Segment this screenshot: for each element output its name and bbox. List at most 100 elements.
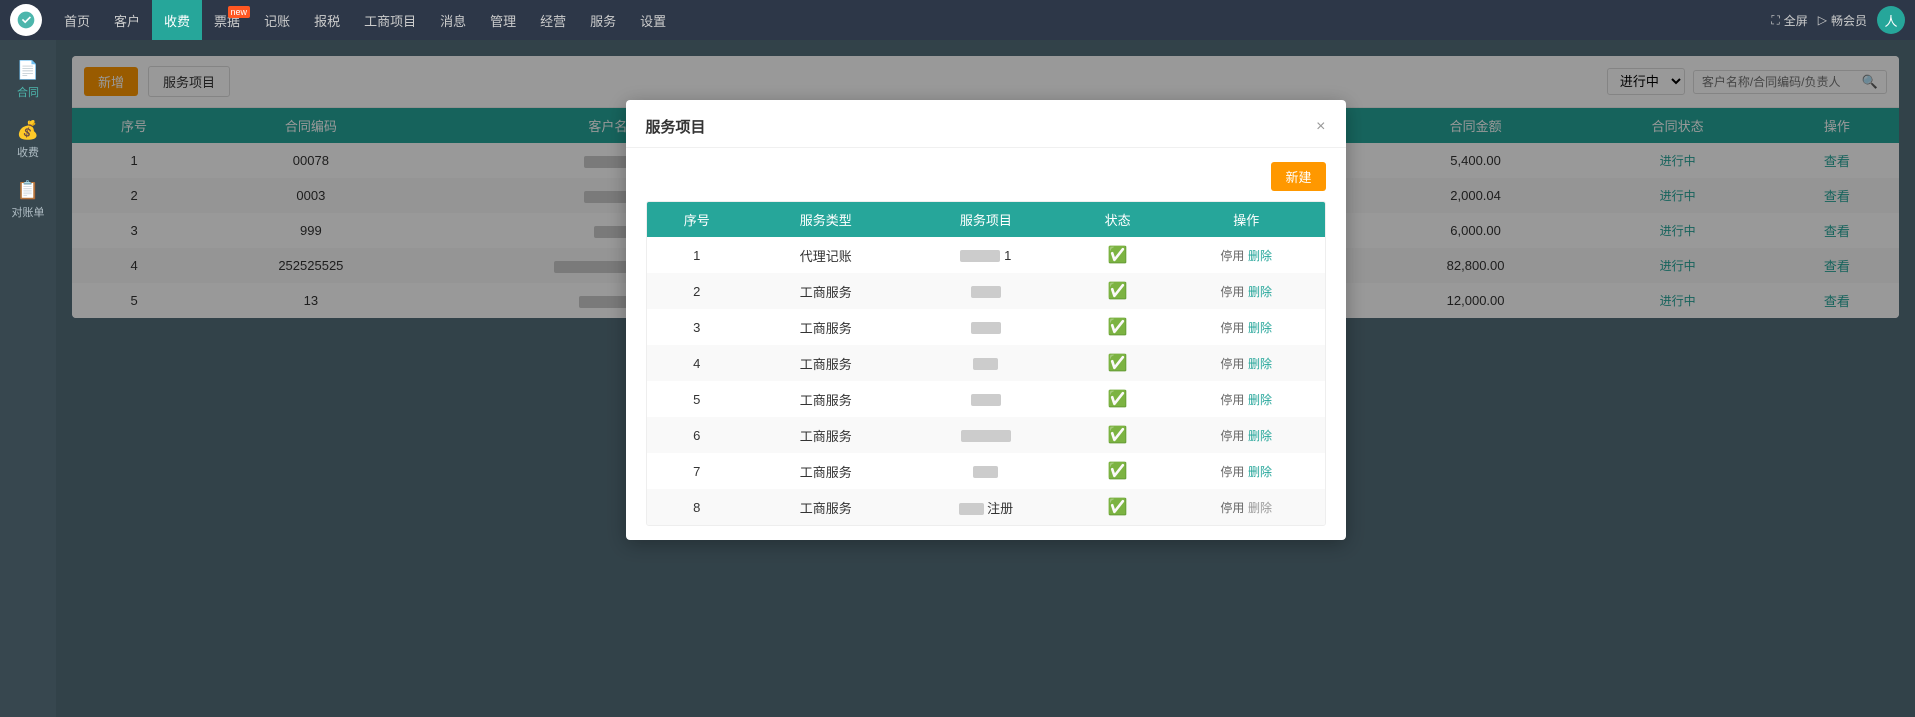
- fullscreen-btn[interactable]: ⛶ 全屏: [1771, 12, 1807, 29]
- nav-right: ⛶ 全屏 ▷ 畅会员 人: [1771, 6, 1905, 34]
- modal-cell-seq: 7: [647, 453, 748, 489]
- modal-cell-status: ✅: [1067, 381, 1168, 417]
- modal-cell-action: 停用 删除: [1168, 273, 1325, 309]
- modal-table-row: 3 工商服务 ✅ 停用 删除: [647, 309, 1325, 345]
- nav-fee[interactable]: 收费: [152, 0, 202, 40]
- modal-title: 服务项目: [646, 116, 706, 137]
- nav-message[interactable]: 消息: [428, 0, 478, 40]
- stop-button[interactable]: 停用: [1220, 247, 1244, 264]
- modal-table-row: 2 工商服务 ✅ 停用 删除: [647, 273, 1325, 309]
- delete-button[interactable]: 删除: [1248, 355, 1272, 372]
- stop-button[interactable]: 停用: [1220, 319, 1244, 336]
- reconcile-icon: 📋: [17, 180, 39, 201]
- modal-cell-seq: 8: [647, 489, 748, 525]
- modal-cell-type: 工商服务: [747, 417, 904, 453]
- modal-table-row: 5 工商服务 ✅ 停用 删除: [647, 381, 1325, 417]
- modal-overlay: 服务项目 × 新建 序号 服务类型 服务项目 状态 操作: [56, 40, 1915, 717]
- delete-button[interactable]: 删除: [1248, 391, 1272, 408]
- modal-cell-type: 工商服务: [747, 489, 904, 525]
- delete-button-disabled[interactable]: 删除: [1248, 499, 1272, 516]
- delete-button[interactable]: 删除: [1248, 283, 1272, 300]
- modal-cell-seq: 2: [647, 273, 748, 309]
- modal-cell-action: 停用 删除: [1168, 309, 1325, 345]
- modal-cell-status: ✅: [1067, 453, 1168, 489]
- top-nav: 首页 客户 收费 票据 new 记账 报税 工商项目 消息 管理 经营 服务 设…: [0, 0, 1915, 40]
- nav-items: 首页 客户 收费 票据 new 记账 报税 工商项目 消息 管理 经营 服务 设…: [52, 0, 1771, 40]
- modal-cell-type: 工商服务: [747, 345, 904, 381]
- modal-new-button[interactable]: 新建: [1271, 162, 1325, 191]
- modal-cell-item: 1: [904, 237, 1067, 273]
- modal-table-wrap: 序号 服务类型 服务项目 状态 操作 1 代理记账 1 ✅: [646, 201, 1326, 526]
- nav-service[interactable]: 服务: [578, 0, 628, 40]
- nav-bookkeeping[interactable]: 记账: [252, 0, 302, 40]
- service-items-table: 序号 服务类型 服务项目 状态 操作 1 代理记账 1 ✅: [647, 202, 1325, 525]
- modal-cell-action: 停用 删除: [1168, 417, 1325, 453]
- stop-button[interactable]: 停用: [1220, 427, 1244, 444]
- modal-col-seq: 序号: [647, 202, 748, 237]
- nav-operation[interactable]: 经营: [528, 0, 578, 40]
- stop-button[interactable]: 停用: [1220, 391, 1244, 408]
- modal-cell-status: ✅: [1067, 417, 1168, 453]
- delete-button[interactable]: 删除: [1248, 463, 1272, 480]
- modal-col-type: 服务类型: [747, 202, 904, 237]
- nav-invoice[interactable]: 票据 new: [202, 0, 252, 40]
- vip-btn[interactable]: ▷ 畅会员: [1818, 12, 1867, 29]
- modal-body: 新建 序号 服务类型 服务项目 状态 操作: [626, 148, 1346, 540]
- modal-cell-seq: 1: [647, 237, 748, 273]
- delete-button[interactable]: 删除: [1248, 247, 1272, 264]
- modal-cell-type: 工商服务: [747, 453, 904, 489]
- nav-tax[interactable]: 报税: [302, 0, 352, 40]
- user-avatar[interactable]: 人: [1877, 6, 1905, 34]
- modal-cell-type: 工商服务: [747, 381, 904, 417]
- modal-cell-item: [904, 345, 1067, 381]
- nav-manage[interactable]: 管理: [478, 0, 528, 40]
- modal-header: 服务项目 ×: [626, 100, 1346, 148]
- modal-table-row: 1 代理记账 1 ✅ 停用 删除: [647, 237, 1325, 273]
- modal-cell-status: ✅: [1067, 345, 1168, 381]
- nav-home[interactable]: 首页: [52, 0, 102, 40]
- service-items-modal: 服务项目 × 新建 序号 服务类型 服务项目 状态 操作: [626, 100, 1346, 540]
- app-logo: [10, 4, 42, 36]
- modal-col-action: 操作: [1168, 202, 1325, 237]
- sidebar: 📄 合同 💰 收费 📋 对账单: [0, 40, 56, 717]
- modal-cell-type: 工商服务: [747, 273, 904, 309]
- new-badge: new: [228, 6, 251, 18]
- modal-table-row: 8 工商服务 注册 ✅ 停用 删除: [647, 489, 1325, 525]
- fee-icon: 💰: [17, 120, 39, 141]
- modal-cell-item: [904, 309, 1067, 345]
- modal-cell-item: [904, 273, 1067, 309]
- stop-button[interactable]: 停用: [1220, 499, 1244, 516]
- modal-cell-status: ✅: [1067, 237, 1168, 273]
- modal-cell-seq: 5: [647, 381, 748, 417]
- modal-col-item: 服务项目: [904, 202, 1067, 237]
- delete-button[interactable]: 删除: [1248, 427, 1272, 444]
- stop-button[interactable]: 停用: [1220, 355, 1244, 372]
- modal-col-status: 状态: [1067, 202, 1168, 237]
- modal-cell-seq: 4: [647, 345, 748, 381]
- nav-client[interactable]: 客户: [102, 0, 152, 40]
- modal-toolbar: 新建: [646, 162, 1326, 191]
- modal-cell-item: 注册: [904, 489, 1067, 525]
- modal-table-row: 7 工商服务 ✅ 停用 删除: [647, 453, 1325, 489]
- stop-button[interactable]: 停用: [1220, 463, 1244, 480]
- modal-cell-action: 停用 删除: [1168, 345, 1325, 381]
- modal-cell-seq: 3: [647, 309, 748, 345]
- modal-cell-action: 停用 删除: [1168, 489, 1325, 525]
- nav-industrial[interactable]: 工商项目: [352, 0, 428, 40]
- modal-cell-item: [904, 417, 1067, 453]
- modal-cell-status: ✅: [1067, 309, 1168, 345]
- sidebar-item-contract[interactable]: 📄 合同: [0, 50, 56, 110]
- nav-settings[interactable]: 设置: [628, 0, 678, 40]
- modal-table-row: 4 工商服务 ✅ 停用 删除: [647, 345, 1325, 381]
- stop-button[interactable]: 停用: [1220, 283, 1244, 300]
- sidebar-item-fee[interactable]: 💰 收费: [0, 110, 56, 170]
- modal-cell-action: 停用 删除: [1168, 381, 1325, 417]
- modal-cell-action: 停用 删除: [1168, 453, 1325, 489]
- modal-cell-status: ✅: [1067, 273, 1168, 309]
- contract-icon: 📄: [17, 60, 39, 81]
- modal-cell-action: 停用 删除: [1168, 237, 1325, 273]
- modal-table-row: 6 工商服务 ✅ 停用 删除: [647, 417, 1325, 453]
- modal-close-button[interactable]: ×: [1316, 118, 1325, 136]
- delete-button[interactable]: 删除: [1248, 319, 1272, 336]
- sidebar-item-reconcile[interactable]: 📋 对账单: [0, 170, 56, 230]
